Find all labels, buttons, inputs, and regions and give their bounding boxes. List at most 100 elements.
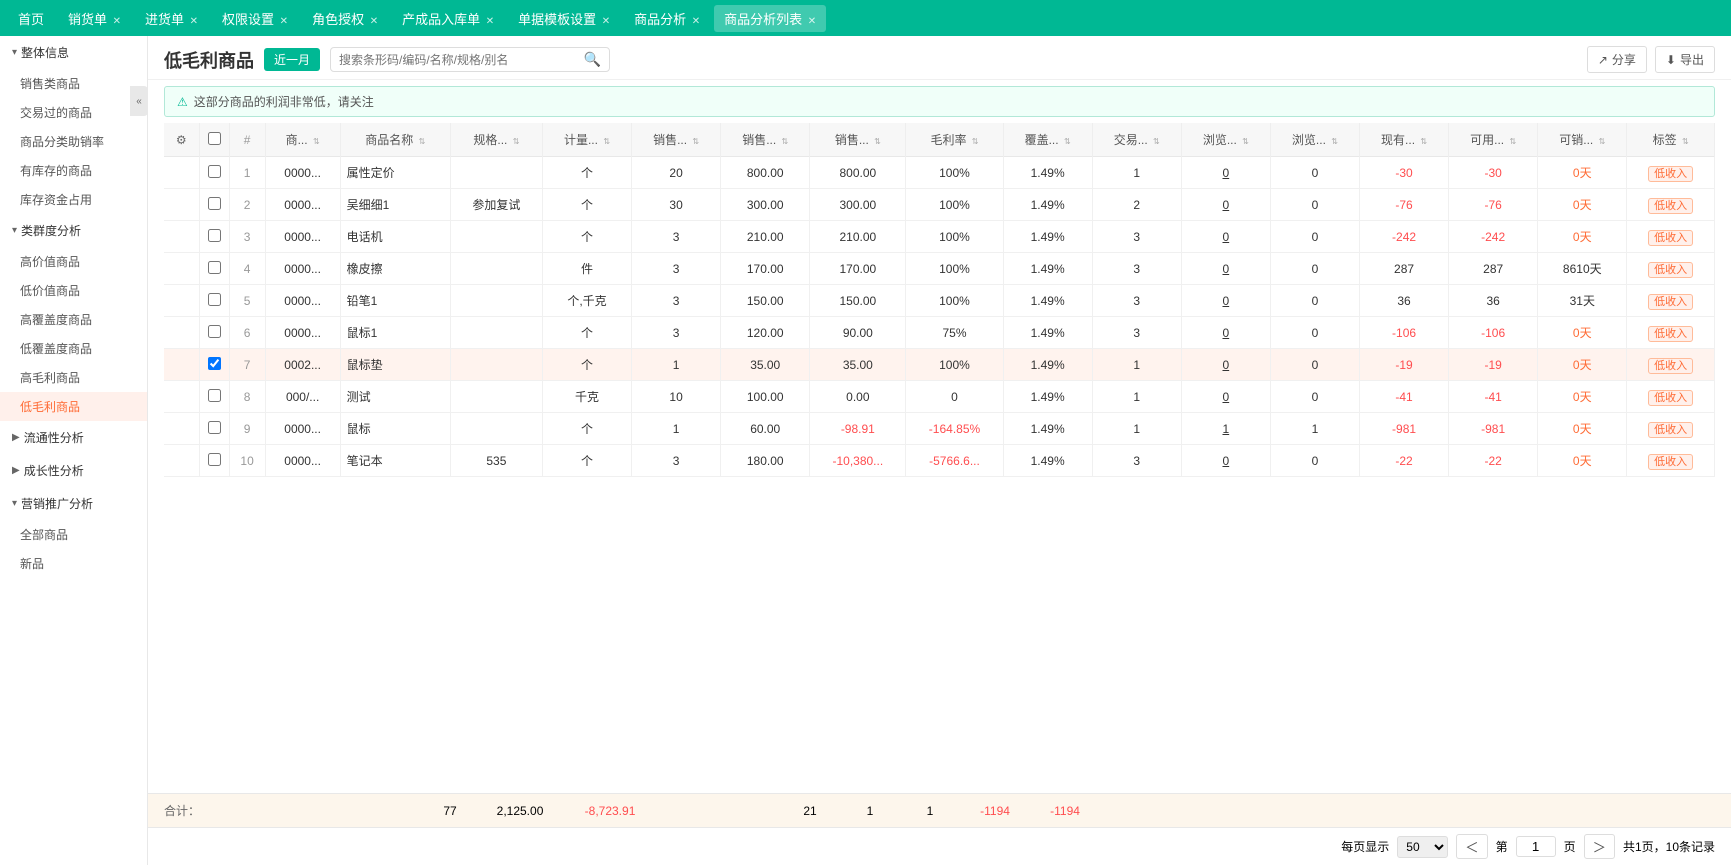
sidebar-section-overall[interactable]: ▾ 整体信息: [0, 36, 147, 69]
sort-icon-coverage: ⇅: [1064, 137, 1071, 146]
row-checkbox-9[interactable]: [208, 453, 221, 466]
row-checkbox-5[interactable]: [208, 325, 221, 338]
page-size-select[interactable]: 50 20 100: [1397, 836, 1448, 858]
td-checkbox[interactable]: [199, 381, 229, 413]
td-browse1[interactable]: 0: [1181, 221, 1270, 253]
th-settings[interactable]: ⚙: [164, 123, 199, 157]
sidebar-section-marketing[interactable]: ▾ 营销推广分析: [0, 487, 147, 520]
td-browse1[interactable]: 0: [1181, 189, 1270, 221]
search-icon[interactable]: 🔍: [584, 51, 601, 68]
share-button[interactable]: ↗ 分享: [1587, 46, 1647, 73]
th-browse2[interactable]: 浏览... ⇅: [1270, 123, 1359, 157]
nav-close-list[interactable]: ✕: [808, 16, 816, 27]
row-checkbox-3[interactable]: [208, 261, 221, 274]
td-checkbox[interactable]: [199, 317, 229, 349]
next-page-button[interactable]: ＞: [1584, 834, 1615, 859]
row-checkbox-7[interactable]: [208, 389, 221, 402]
sidebar-item-new-products[interactable]: 新品: [0, 549, 147, 578]
th-coverage[interactable]: 覆盖... ⇅: [1003, 123, 1092, 157]
td-browse1[interactable]: 1: [1181, 413, 1270, 445]
row-checkbox-1[interactable]: [208, 197, 221, 210]
nav-close-analysis[interactable]: ✕: [692, 16, 700, 27]
sidebar-item-all-products[interactable]: 全部商品: [0, 520, 147, 549]
th-stock1[interactable]: 现有... ⇅: [1360, 123, 1449, 157]
nav-close-purchase[interactable]: ✕: [190, 16, 198, 27]
td-browse1[interactable]: 0: [1181, 285, 1270, 317]
th-trade[interactable]: 交易... ⇅: [1092, 123, 1181, 157]
nav-close-inbound[interactable]: ✕: [486, 16, 494, 27]
sidebar-item-low-profit[interactable]: 低毛利商品: [0, 392, 147, 421]
nav-product-analysis-list[interactable]: 商品分析列表 ✕: [714, 5, 826, 32]
row-checkbox-8[interactable]: [208, 421, 221, 434]
nav-role-auth[interactable]: 角色授权 ✕: [302, 5, 388, 32]
td-checkbox[interactable]: [199, 189, 229, 221]
nav-purchase-order[interactable]: 进货单 ✕: [135, 5, 208, 32]
td-checkbox[interactable]: [199, 221, 229, 253]
td-checkbox[interactable]: [199, 253, 229, 285]
page-number-input[interactable]: [1516, 836, 1556, 857]
nav-template-settings[interactable]: 单据模板设置 ✕: [508, 5, 620, 32]
th-spec[interactable]: 规格... ⇅: [450, 123, 542, 157]
td-browse1[interactable]: 0: [1181, 381, 1270, 413]
sidebar-item-low-coverage[interactable]: 低覆盖度商品: [0, 334, 147, 363]
th-checkbox[interactable]: [199, 123, 229, 157]
sidebar-item-stock-capital[interactable]: 库存资金占用: [0, 185, 147, 214]
prev-page-button[interactable]: ＜: [1456, 834, 1487, 859]
th-name[interactable]: 商品名称 ⇅: [340, 123, 450, 157]
td-browse1[interactable]: 0: [1181, 445, 1270, 477]
td-checkbox[interactable]: [199, 349, 229, 381]
sidebar-item-high-profit[interactable]: 高毛利商品: [0, 363, 147, 392]
sidebar-item-high-coverage[interactable]: 高覆盖度商品: [0, 305, 147, 334]
sidebar-section-circulation[interactable]: ▶ 流通性分析: [0, 421, 147, 454]
sidebar-section-overall-label: 整体信息: [21, 44, 69, 61]
sidebar-item-high-value[interactable]: 高价值商品: [0, 247, 147, 276]
time-filter-button[interactable]: 近一月: [264, 48, 320, 71]
search-input[interactable]: [339, 53, 584, 67]
nav-sales-order[interactable]: 销货单 ✕: [58, 5, 131, 32]
nav-product-inbound[interactable]: 产成品入库单 ✕: [392, 5, 504, 32]
td-checkbox[interactable]: [199, 445, 229, 477]
td-checkbox[interactable]: [199, 413, 229, 445]
td-browse1[interactable]: 0: [1181, 253, 1270, 285]
nav-permission-settings[interactable]: 权限设置 ✕: [212, 5, 298, 32]
export-button[interactable]: ⬇ 导出: [1655, 46, 1715, 73]
th-unit[interactable]: 计量... ⇅: [542, 123, 631, 157]
sidebar-collapse-btn[interactable]: «: [130, 86, 148, 116]
td-code: 0000...: [265, 445, 340, 477]
row-checkbox-4[interactable]: [208, 293, 221, 306]
th-stock2[interactable]: 可用... ⇅: [1449, 123, 1538, 157]
nav-close-template[interactable]: ✕: [602, 16, 610, 27]
td-browse1[interactable]: 0: [1181, 349, 1270, 381]
sidebar-item-low-value[interactable]: 低价值商品: [0, 276, 147, 305]
sidebar-item-in-stock[interactable]: 有库存的商品: [0, 156, 147, 185]
nav-close-sales[interactable]: ✕: [113, 16, 121, 27]
th-sales1[interactable]: 销售... ⇅: [632, 123, 721, 157]
td-browse1[interactable]: 0: [1181, 317, 1270, 349]
nav-product-analysis[interactable]: 商品分析 ✕: [624, 5, 710, 32]
nav-close-perm[interactable]: ✕: [280, 16, 288, 27]
select-all-checkbox[interactable]: [208, 132, 221, 145]
row-checkbox-2[interactable]: [208, 229, 221, 242]
th-tag[interactable]: 标签 ⇅: [1627, 123, 1715, 157]
td-browse1[interactable]: 0: [1181, 157, 1270, 189]
th-code[interactable]: 商... ⇅: [265, 123, 340, 157]
td-code: 0000...: [265, 189, 340, 221]
sidebar-item-category-rate[interactable]: 商品分类助销率: [0, 127, 147, 156]
sidebar-section-cluster[interactable]: ▾ 类群度分析: [0, 214, 147, 247]
sidebar-section-growth[interactable]: ▶ 成长性分析: [0, 454, 147, 487]
th-stock3[interactable]: 可销... ⇅: [1538, 123, 1627, 157]
sidebar-item-traded-products[interactable]: 交易过的商品: [0, 98, 147, 127]
th-sales3[interactable]: 销售... ⇅: [810, 123, 906, 157]
sidebar-item-sales-products[interactable]: 销售类商品: [0, 69, 147, 98]
th-browse1[interactable]: 浏览... ⇅: [1181, 123, 1270, 157]
row-checkbox-6[interactable]: [208, 357, 221, 370]
table-container[interactable]: ⚙ # 商... ⇅ 商品名称 ⇅ 规格... ⇅ 计量... ⇅ 销售... …: [148, 123, 1731, 793]
nav-close-role[interactable]: ✕: [370, 16, 378, 27]
td-checkbox[interactable]: [199, 285, 229, 317]
td-coverage: 1.49%: [1003, 157, 1092, 189]
th-gross-rate[interactable]: 毛利率 ⇅: [906, 123, 1003, 157]
th-sales2[interactable]: 销售... ⇅: [721, 123, 810, 157]
td-checkbox[interactable]: [199, 157, 229, 189]
nav-home[interactable]: 首页: [8, 5, 54, 32]
row-checkbox-0[interactable]: [208, 165, 221, 178]
